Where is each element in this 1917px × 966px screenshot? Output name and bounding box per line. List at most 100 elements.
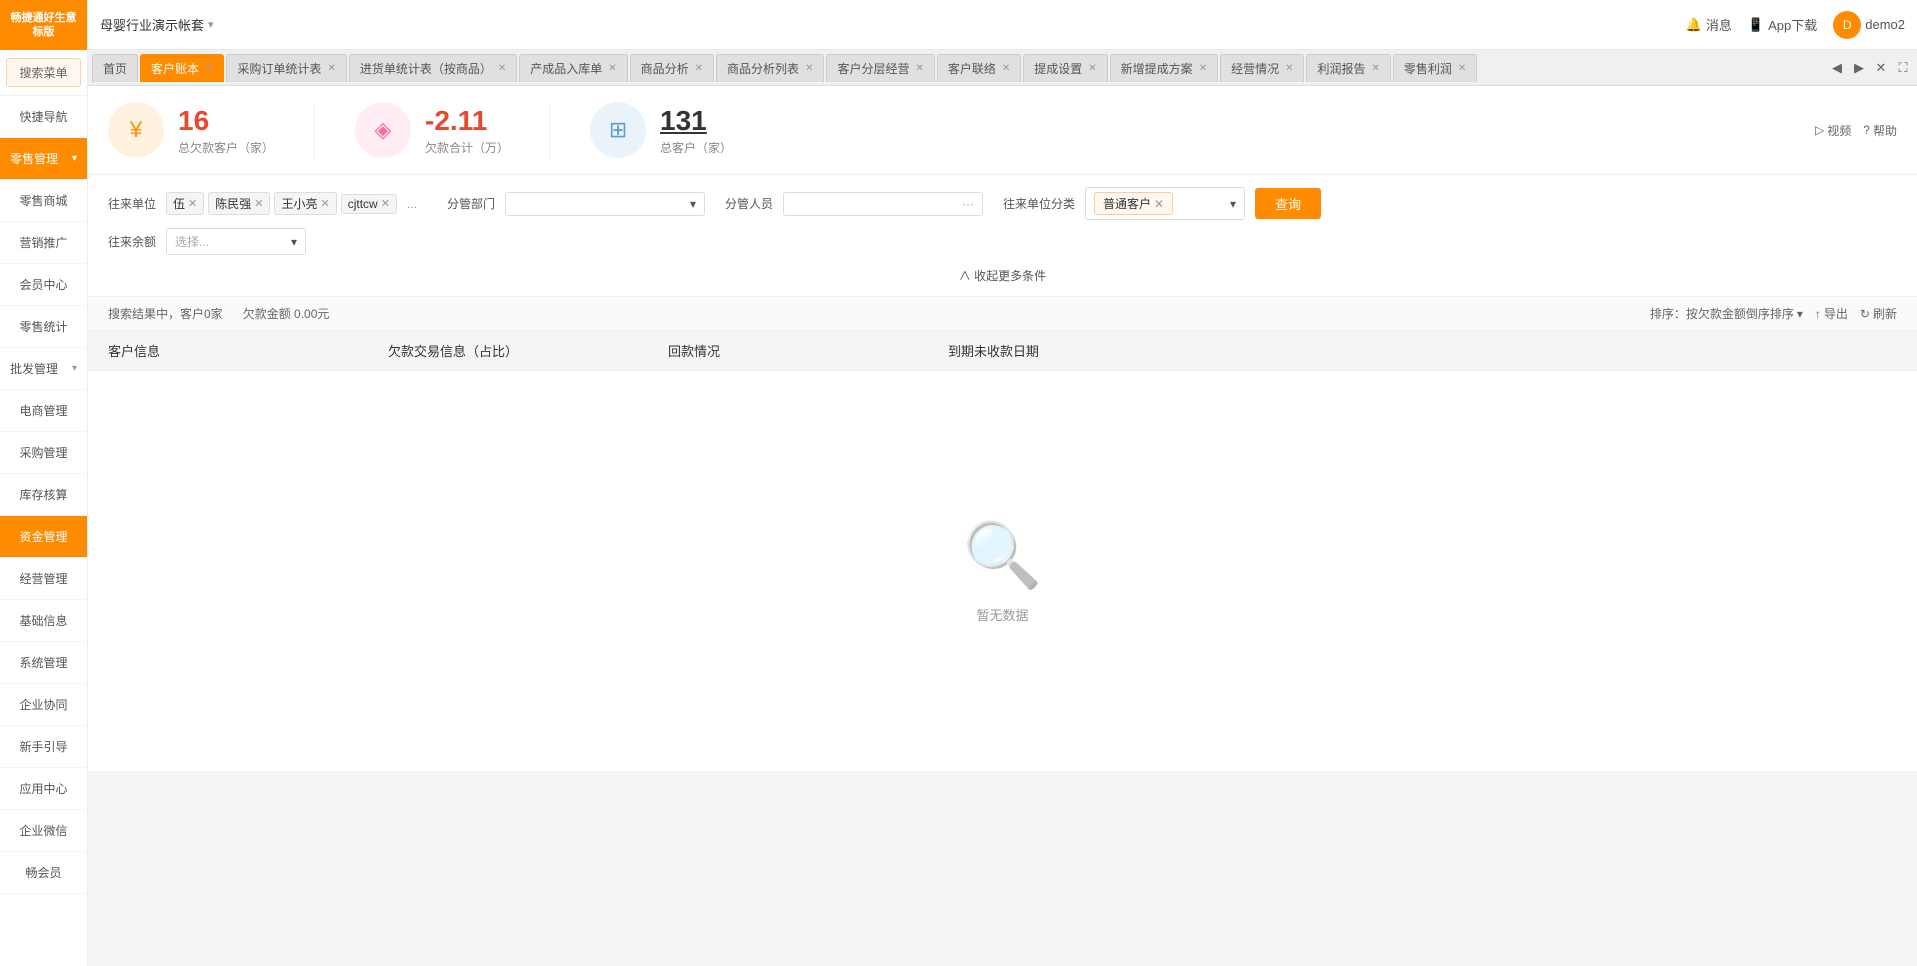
dept-select[interactable]: ▾	[505, 192, 705, 216]
sidebar-item-0[interactable]: 零售管理▾	[0, 138, 87, 180]
tab-item-11[interactable]: 经营情况✕	[1220, 54, 1304, 82]
tab-close-icon-13[interactable]: ✕	[1458, 63, 1466, 74]
tab-close-icon-4[interactable]: ✕	[608, 63, 616, 74]
tab-close-icon-10[interactable]: ✕	[1199, 63, 1207, 74]
help-link[interactable]: ? 帮助	[1863, 122, 1897, 139]
sidebar-arrow-icon-0: ▾	[72, 153, 77, 164]
unit-tags: 伍 ✕陈民强 ✕王小亮 ✕cjttcw ✕	[166, 192, 397, 215]
query-button[interactable]: 查询	[1255, 188, 1321, 219]
tab-item-13[interactable]: 零售利润✕	[1393, 54, 1477, 82]
tab-scroll-left[interactable]: ◀	[1827, 54, 1847, 82]
tab-item-3[interactable]: 进货单统计表（按商品）✕	[349, 54, 517, 82]
tab-close-icon-8[interactable]: ✕	[1002, 63, 1010, 74]
topbar-right: 🔔 消息 📱 App下载 D demo2	[1686, 11, 1905, 39]
unit-class-close-icon[interactable]: ✕	[1154, 197, 1164, 211]
sidebar-item-6[interactable]: 电商管理	[0, 390, 87, 432]
tab-item-9[interactable]: 提成设置✕	[1023, 54, 1107, 82]
topbar: 母婴行业演示帐套 ▾ 🔔 消息 📱 App下载 D demo2	[88, 0, 1917, 50]
messages-button[interactable]: 🔔 消息	[1686, 15, 1732, 34]
tab-item-1[interactable]: 客户账本✕	[140, 54, 224, 82]
unit-class-label: 往来单位分类	[1003, 195, 1075, 212]
tab-item-2[interactable]: 采购订单统计表 ✕	[226, 54, 346, 82]
sidebar-item-13[interactable]: 企业协同	[0, 684, 87, 726]
sidebar-item-label-4: 零售统计	[19, 320, 67, 334]
tab-item-4[interactable]: 产成品入库单✕	[519, 54, 627, 82]
tab-close-all[interactable]: ✕	[1871, 54, 1891, 82]
unit-tag-label-2: 王小亮	[281, 195, 317, 212]
sidebar-item-1[interactable]: 零售商城	[0, 180, 87, 222]
search-menu-button[interactable]: 搜索菜单	[6, 58, 81, 87]
sidebar-item-quick-nav[interactable]: 快捷导航	[0, 96, 87, 138]
unit-class-select[interactable]: 普通客户 ✕ ▾	[1085, 187, 1245, 220]
stat-icon-2: ⊞	[590, 102, 646, 158]
sidebar-item-17[interactable]: 畅会员	[0, 852, 87, 894]
user-menu[interactable]: D demo2	[1833, 11, 1905, 39]
sidebar-item-11[interactable]: 基础信息	[0, 600, 87, 642]
sidebar-item-15[interactable]: 应用中心	[0, 768, 87, 810]
tab-scroll-right[interactable]: ▶	[1849, 54, 1869, 82]
unit-tag-close-0[interactable]: ✕	[188, 197, 197, 210]
sidebar-item-9[interactable]: 资金管理	[0, 516, 87, 558]
sidebar-item-label-2: 营销推广	[19, 236, 67, 250]
sidebar-item-10[interactable]: 经营管理	[0, 558, 87, 600]
chevron-icon: ▾	[208, 18, 214, 31]
tab-close-icon-6[interactable]: ✕	[805, 63, 813, 74]
person-select[interactable]: ···	[783, 192, 983, 216]
result-info-bar: 搜索结果中，客户0家 欠款金额 0.00元 排序：按欠款金额倒序排序 ▾ ↑ 导…	[88, 297, 1917, 331]
tab-close-icon-7[interactable]: ✕	[915, 63, 923, 74]
company-name[interactable]: 母婴行业演示帐套 ▾	[100, 15, 214, 34]
collapse-button[interactable]: ∧ 收起更多条件	[108, 263, 1897, 288]
sidebar-item-label-17: 畅会员	[25, 866, 61, 880]
result-text: 搜索结果中，客户0家 欠款金额 0.00元	[108, 305, 329, 322]
amount-select[interactable]: 选择... ▾	[166, 228, 306, 255]
person-more-icon: ···	[962, 197, 974, 211]
sidebar-item-label-15: 应用中心	[19, 782, 67, 796]
tab-close-icon-1[interactable]: ✕	[205, 63, 213, 74]
refresh-button[interactable]: ↻ 刷新	[1860, 305, 1897, 322]
sidebar-item-7[interactable]: 采购管理	[0, 432, 87, 474]
sidebar-item-8[interactable]: 库存核算	[0, 474, 87, 516]
tab-close-icon-2[interactable]: ✕	[327, 63, 335, 74]
tab-maximize[interactable]: ⛶	[1893, 54, 1913, 82]
more-tags-btn[interactable]: ...	[407, 197, 417, 211]
app-download-button[interactable]: 📱 App下载	[1748, 15, 1817, 34]
tab-item-10[interactable]: 新增提成方案✕	[1110, 54, 1218, 82]
tab-item-7[interactable]: 客户分层经营 ✕	[826, 54, 934, 82]
unit-tag-close-2[interactable]: ✕	[321, 197, 330, 210]
empty-state: 🔍 暂无数据	[963, 438, 1043, 704]
tab-close-icon-11[interactable]: ✕	[1285, 63, 1293, 74]
export-button[interactable]: ↑ 导出	[1815, 305, 1848, 322]
tab-close-icon-3[interactable]: ✕	[498, 63, 506, 74]
table-container: 客户信息欠款交易信息（占比）回款情况到期未收款日期 🔍 暂无数据	[88, 331, 1917, 771]
sidebar-item-5[interactable]: 批发管理▾	[0, 348, 87, 390]
unit-tag-close-1[interactable]: ✕	[254, 197, 263, 210]
amount-chevron-icon: ▾	[291, 235, 297, 249]
sidebar-item-14[interactable]: 新手引导	[0, 726, 87, 768]
unit-tag-close-3[interactable]: ✕	[381, 197, 390, 210]
tab-close-icon-9[interactable]: ✕	[1088, 63, 1096, 74]
tab-label-2: 采购订单统计表	[237, 60, 321, 77]
tab-label-7: 客户分层经营	[837, 60, 909, 77]
tab-item-0[interactable]: 首页	[92, 54, 138, 82]
tab-item-12[interactable]: 利润报告✕	[1306, 54, 1390, 82]
stat-info-0: 16 总欠款客户（家）	[178, 105, 274, 156]
tab-item-5[interactable]: 商品分析✕	[630, 54, 714, 82]
logo-text: 畅捷通好生意 标版	[11, 11, 77, 40]
sidebar-item-4[interactable]: 零售统计	[0, 306, 87, 348]
tab-item-8[interactable]: 客户联络✕	[937, 54, 1021, 82]
video-link[interactable]: ▷ 视频	[1815, 122, 1851, 139]
tab-label-0: 首页	[103, 60, 127, 77]
sidebar-item-3[interactable]: 会员中心	[0, 264, 87, 306]
empty-text: 暂无数据	[976, 605, 1028, 624]
tab-item-6[interactable]: 商品分析列表✕	[716, 54, 824, 82]
sidebar-item-12[interactable]: 系统管理	[0, 642, 87, 684]
stat-block-1: ◈ -2.11 欠款合计（万）	[355, 102, 550, 158]
sidebar-item-2[interactable]: 营销推广	[0, 222, 87, 264]
avatar: D	[1833, 11, 1861, 39]
tab-close-icon-12[interactable]: ✕	[1372, 63, 1380, 74]
dept-label: 分管部门	[447, 195, 495, 212]
stat-icon-1: ◈	[355, 102, 411, 158]
tab-close-icon-5[interactable]: ✕	[695, 63, 703, 74]
sidebar-item-16[interactable]: 企业微信	[0, 810, 87, 852]
sort-label[interactable]: 排序：按欠款金额倒序排序 ▾	[1650, 305, 1803, 322]
